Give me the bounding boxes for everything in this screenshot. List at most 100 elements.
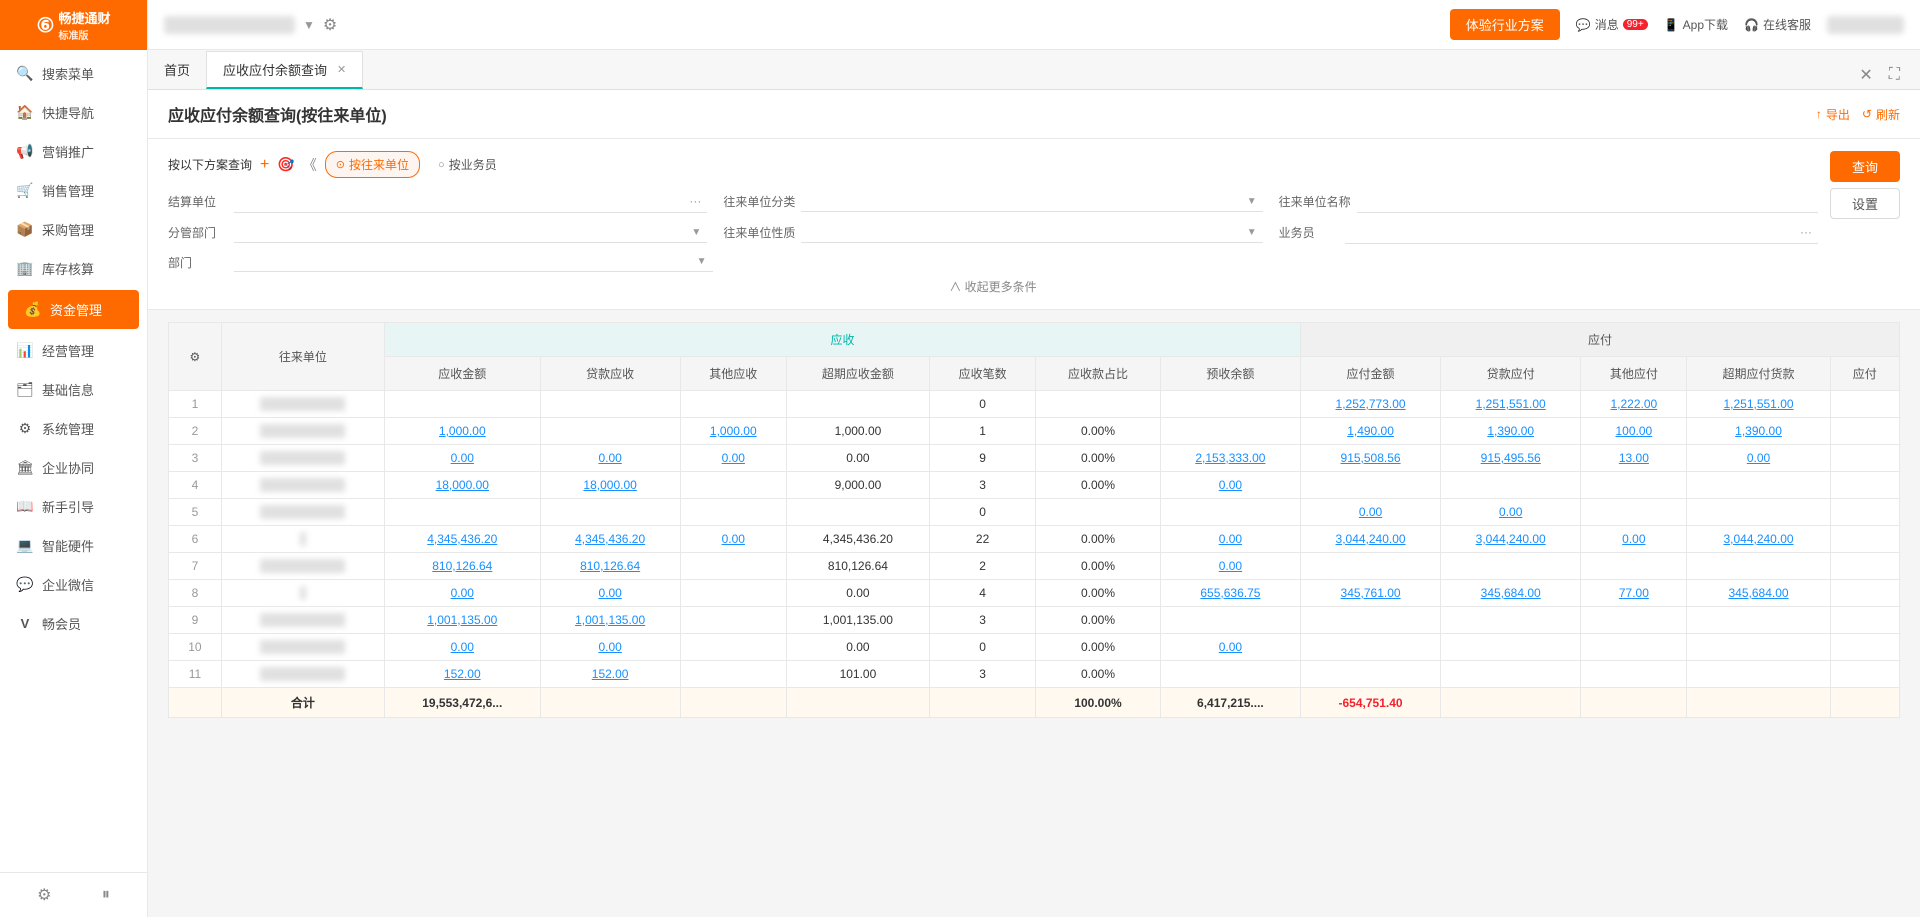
unit-nature-select[interactable]: ▼ (801, 223, 1262, 243)
cell[interactable]: 0.00 (540, 580, 680, 607)
unit-name-input[interactable] (1357, 190, 1818, 213)
tab-ar-ap[interactable]: 应收应付余额查询 ✕ (206, 51, 363, 89)
tab-close-window-btn[interactable]: ✕ (1855, 61, 1876, 89)
filter-option-by-employee[interactable]: ○ 按业务员 (428, 152, 507, 177)
sidebar-item-marketing[interactable]: 📢 营销推广 (0, 132, 147, 171)
sidebar-item-search[interactable]: 🔍 搜索菜单 (0, 54, 147, 93)
settings-footer-btn[interactable]: ⚙ (37, 885, 51, 905)
logo-icon: ⑥ (37, 13, 55, 38)
cell[interactable]: 655,636.75 (1160, 580, 1300, 607)
cell[interactable]: 0.00 (680, 526, 786, 553)
collapse-more-btn[interactable]: ∧ 收起更多条件 (168, 272, 1818, 301)
cell[interactable]: 18,000.00 (540, 472, 680, 499)
cell[interactable]: 1,001,135.00 (540, 607, 680, 634)
cell[interactable]: 1,490.00 (1300, 418, 1440, 445)
sidebar-item-sales[interactable]: 🛒 销售管理 (0, 171, 147, 210)
th-settings[interactable]: ⚙ (169, 323, 222, 391)
sidebar-item-hardware[interactable]: 💻 智能硬件 (0, 526, 147, 565)
sidebar-item-quicknav[interactable]: 🏠 快捷导航 (0, 93, 147, 132)
cell[interactable]: 345,684.00 (1687, 580, 1830, 607)
filter-setting-btn[interactable]: 🎯 (277, 156, 294, 173)
cell[interactable]: 0.00 (1581, 526, 1687, 553)
cell[interactable]: 2,153,333.00 (1160, 445, 1300, 472)
tab-home[interactable]: 首页 (148, 52, 206, 89)
salesman-dots[interactable]: ··· (1800, 225, 1812, 239)
sidebar-item-guide[interactable]: 📖 新手引导 (0, 487, 147, 526)
cell[interactable]: 0.00 (680, 445, 786, 472)
th-ar-count: 应收笔数 (930, 357, 1036, 391)
cell[interactable]: 345,761.00 (1300, 580, 1440, 607)
dept-select[interactable]: ▼ (234, 252, 713, 272)
cell[interactable]: 0.00 (385, 445, 541, 472)
sidebar-item-system[interactable]: ⚙ 系统管理 (0, 409, 147, 448)
cell[interactable]: 152.00 (385, 661, 541, 688)
settlement-unit-dots[interactable]: ··· (689, 194, 701, 208)
cell[interactable]: 100.00 (1581, 418, 1687, 445)
cell[interactable]: 1,390.00 (1441, 418, 1581, 445)
cell[interactable]: 1,000.00 (385, 418, 541, 445)
cell[interactable]: 4,345,436.20 (385, 526, 541, 553)
sidebar-item-management[interactable]: 📊 经营管理 (0, 331, 147, 370)
cell[interactable]: 3,044,240.00 (1300, 526, 1440, 553)
cell[interactable]: 1,001,135.00 (385, 607, 541, 634)
cell[interactable]: 0.00 (1160, 472, 1300, 499)
cell[interactable]: 0.00 (1160, 526, 1300, 553)
gear-btn[interactable]: ⚙ (323, 15, 337, 35)
refresh-button[interactable]: ↺ 刷新 (1862, 106, 1900, 123)
cell[interactable]: 0.00 (1160, 634, 1300, 661)
cell[interactable]: 1,252,773.00 (1300, 391, 1440, 418)
cell[interactable]: 915,495.56 (1441, 445, 1581, 472)
cell[interactable]: 77.00 (1581, 580, 1687, 607)
dept-manage-select[interactable]: ▼ (234, 223, 707, 243)
sidebar-item-member[interactable]: V 畅会员 (0, 604, 147, 643)
cell[interactable]: 1,251,551.00 (1687, 391, 1830, 418)
cell[interactable]: 3,044,240.00 (1687, 526, 1830, 553)
collapse-footer-btn[interactable]: ⏸ (102, 886, 110, 904)
app-download[interactable]: 📱 App下载 (1664, 16, 1728, 33)
export-button[interactable]: ↑ 导出 (1816, 106, 1850, 123)
cell[interactable]: 0.00 (1441, 499, 1581, 526)
online-service[interactable]: 🎧 在线客服 (1744, 16, 1811, 33)
cell[interactable]: 915,508.56 (1300, 445, 1440, 472)
filter-collapse-btn[interactable]: 《 (303, 155, 317, 175)
cell[interactable]: 1,251,551.00 (1441, 391, 1581, 418)
cell[interactable]: 0.00 (1300, 499, 1440, 526)
cell[interactable]: 1,222.00 (1581, 391, 1687, 418)
set-button[interactable]: 设置 (1830, 188, 1900, 219)
filter-add-btn[interactable]: + (260, 156, 269, 174)
user-area[interactable]: ██ (1827, 16, 1904, 34)
cell[interactable]: 4,345,436.20 (540, 526, 680, 553)
tab-expand-btn[interactable]: ⛶ (1885, 62, 1904, 88)
tab-close-btn[interactable]: ✕ (337, 63, 346, 76)
cell[interactable]: 0.00 (1687, 445, 1830, 472)
unit-category-select[interactable]: ▼ (801, 192, 1262, 212)
sidebar-item-basic[interactable]: 🗂 基础信息 (0, 370, 147, 409)
sidebar-item-inventory[interactable]: 🏢 库存核算 (0, 249, 147, 288)
sidebar-item-purchase[interactable]: 📦 采购管理 (0, 210, 147, 249)
cell[interactable]: 810,126.64 (540, 553, 680, 580)
filter-option-by-unit[interactable]: ⊙ 按往来单位 (325, 151, 420, 178)
cell[interactable]: 0.00 (540, 445, 680, 472)
cell[interactable]: 0.00 (385, 580, 541, 607)
cell (1581, 661, 1687, 688)
cell[interactable]: 3,044,240.00 (1441, 526, 1581, 553)
table-settings-icon[interactable]: ⚙ (190, 350, 201, 364)
sidebar-item-label: 畅会员 (42, 614, 81, 633)
notify-area[interactable]: 💬 消息 99+ (1576, 16, 1648, 33)
cell[interactable]: 1,390.00 (1687, 418, 1830, 445)
cell (1581, 553, 1687, 580)
query-button[interactable]: 查询 (1830, 151, 1900, 182)
cell[interactable]: 152.00 (540, 661, 680, 688)
cell[interactable]: 0.00 (540, 634, 680, 661)
sidebar-item-enterprise[interactable]: 🏛 企业协同 (0, 448, 147, 487)
cell[interactable]: 0.00 (1160, 553, 1300, 580)
solution-button[interactable]: 体验行业方案 (1450, 9, 1560, 40)
cell[interactable]: 345,684.00 (1441, 580, 1581, 607)
sidebar-item-finance[interactable]: 💰 资金管理 (8, 290, 139, 329)
cell[interactable]: 810,126.64 (385, 553, 541, 580)
cell[interactable]: 18,000.00 (385, 472, 541, 499)
cell[interactable]: 13.00 (1581, 445, 1687, 472)
cell[interactable]: 0.00 (385, 634, 541, 661)
cell[interactable]: 1,000.00 (680, 418, 786, 445)
sidebar-item-wechat[interactable]: 💬 企业微信 (0, 565, 147, 604)
